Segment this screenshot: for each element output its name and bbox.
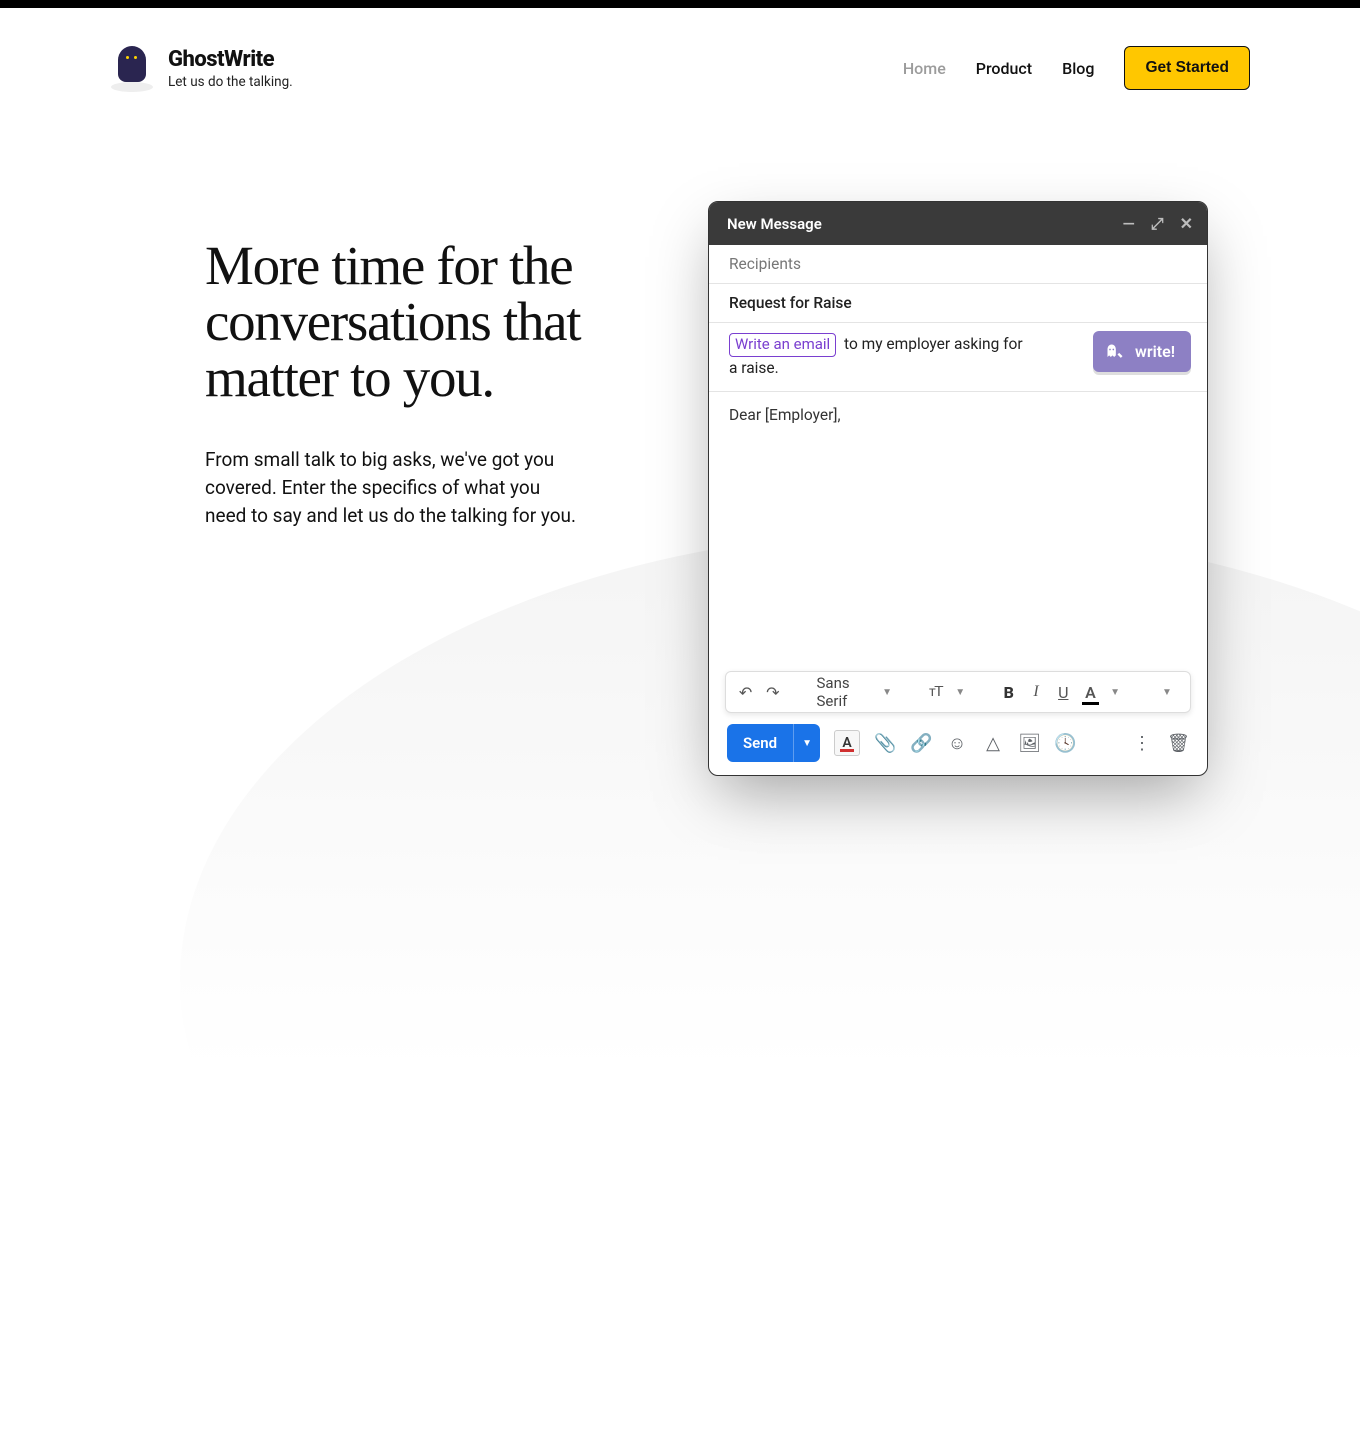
trash-icon[interactable]: 🗑 xyxy=(1167,733,1189,754)
write-button[interactable]: write! xyxy=(1093,331,1191,372)
prompt-area[interactable]: Write an email to my employer asking for… xyxy=(709,323,1207,392)
send-button-label: Send xyxy=(727,724,793,762)
compose-body[interactable]: Dear [Employer], xyxy=(709,392,1207,671)
write-button-label: write! xyxy=(1135,340,1175,363)
bold-icon[interactable]: B xyxy=(1001,683,1016,702)
send-button[interactable]: Send ▼ xyxy=(727,724,820,762)
redo-icon[interactable]: ↷ xyxy=(765,683,780,702)
hero-headline: More time for the conversations that mat… xyxy=(205,238,725,406)
brand-tagline: Let us do the talking. xyxy=(168,74,293,90)
chevron-down-icon[interactable]: ▼ xyxy=(955,687,965,698)
body-greeting: Dear [Employer], xyxy=(729,406,841,424)
nav-blog[interactable]: Blog xyxy=(1062,59,1094,78)
minimize-icon[interactable]: — xyxy=(1123,214,1135,234)
drive-icon[interactable]: △ xyxy=(982,733,1004,754)
chevron-down-icon[interactable]: ▼ xyxy=(1162,687,1172,698)
image-icon[interactable]: 🖼 xyxy=(1018,733,1040,754)
brand[interactable]: GhostWrite Let us do the talking. xyxy=(110,46,293,90)
compose-title: New Message xyxy=(727,215,822,233)
chevron-down-icon[interactable]: ▼ xyxy=(882,687,892,698)
nav-home[interactable]: Home xyxy=(903,59,946,78)
compose-window: New Message — ⤢ ✕ Recipients Request for… xyxy=(708,201,1208,776)
formatting-toolbar: ↶ ↷ Sans Serif ▼ т𝖳 ▼ B I U A ▼ ▼ xyxy=(725,671,1191,713)
ghost-write-icon xyxy=(1105,342,1125,362)
close-icon[interactable]: ✕ xyxy=(1180,214,1193,234)
prompt-tag[interactable]: Write an email xyxy=(729,333,836,357)
compose-titlebar: New Message — ⤢ ✕ xyxy=(709,202,1207,245)
subject-field[interactable]: Request for Raise xyxy=(709,284,1207,323)
hero-subtext: From small talk to big asks, we've got y… xyxy=(205,446,585,530)
compose-bottom-bar: Send ▼ A 📎 🔗 ☺ △ 🖼 🕓 ⋮ 🗑 xyxy=(709,721,1207,775)
site-header: GhostWrite Let us do the talking. Home P… xyxy=(0,8,1360,108)
emoji-icon[interactable]: ☺ xyxy=(946,733,968,754)
expand-icon[interactable]: ⤢ xyxy=(1151,214,1164,234)
formatting-toggle-icon[interactable]: A xyxy=(834,730,860,756)
send-options-chevron-icon[interactable]: ▼ xyxy=(794,724,820,762)
attachment-icon[interactable]: 📎 xyxy=(874,733,896,754)
undo-icon[interactable]: ↶ xyxy=(738,683,753,702)
nav-product[interactable]: Product xyxy=(976,59,1032,78)
font-family-select[interactable]: Sans Serif xyxy=(817,674,869,710)
underline-icon[interactable]: U xyxy=(1056,683,1071,702)
confidential-icon[interactable]: 🕓 xyxy=(1054,733,1076,754)
ghost-logo-icon xyxy=(110,46,154,90)
font-size-icon[interactable]: т𝖳 xyxy=(928,684,943,700)
more-options-icon[interactable]: ⋮ xyxy=(1131,733,1153,754)
recipients-field[interactable]: Recipients xyxy=(709,245,1207,284)
text-color-icon[interactable]: A xyxy=(1083,683,1098,702)
italic-icon[interactable]: I xyxy=(1028,683,1043,701)
link-icon[interactable]: 🔗 xyxy=(910,733,932,754)
brand-name: GhostWrite xyxy=(168,47,293,72)
top-black-bar xyxy=(0,0,1360,8)
chevron-down-icon[interactable]: ▼ xyxy=(1110,687,1120,698)
primary-nav: Home Product Blog Get Started xyxy=(903,46,1250,90)
get-started-button[interactable]: Get Started xyxy=(1124,46,1250,90)
